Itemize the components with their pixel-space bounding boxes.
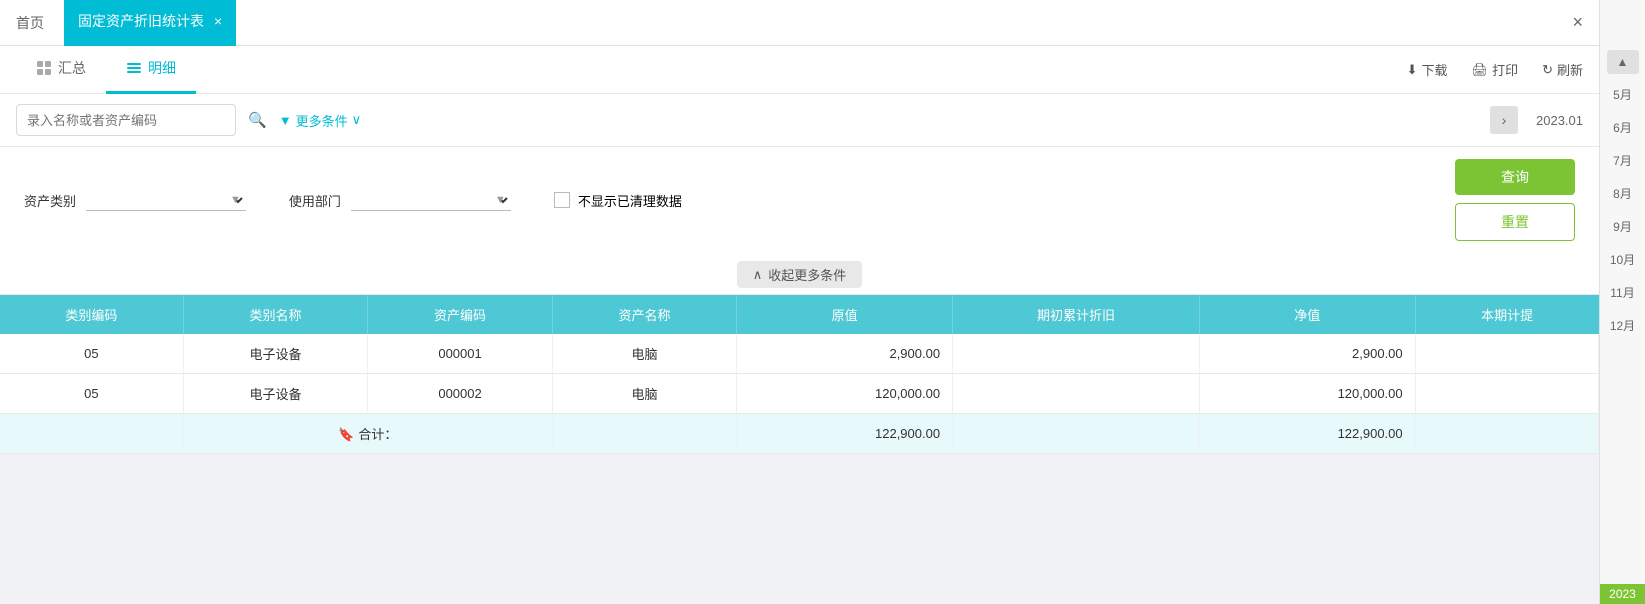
cell-category-name: 电子设备: [183, 374, 368, 414]
cell-original-value: 120,000.00: [737, 374, 953, 414]
asset-category-dropdown-icon: ▼: [230, 194, 241, 206]
close-window-button[interactable]: ×: [1572, 12, 1583, 33]
summary-icon: [36, 60, 52, 76]
asset-category-field: 资产类别 ▼: [24, 189, 241, 211]
tab-summary-label: 汇总: [58, 58, 86, 78]
cell-asset-name: 电脑: [552, 374, 737, 414]
table-total-row: 🔖合计： 122,900.00 122,900.00: [0, 414, 1599, 454]
cell-category-code: 05: [0, 334, 183, 374]
filter-area: 资产类别 ▼ 使用部门 ▼: [0, 147, 1599, 295]
detail-icon: [126, 60, 142, 76]
sub-tabs-bar: 汇总 明细 ⬇ 下载 🖨 打印 ↻: [0, 46, 1599, 94]
active-tab[interactable]: 固定资产折旧统计表 ×: [64, 0, 236, 46]
cell-current-depreciation: [1415, 374, 1598, 414]
chevron-down-icon: ∨: [352, 112, 362, 128]
col-asset-code: 资产编码: [368, 295, 553, 334]
collapse-icon: ∧: [753, 267, 763, 283]
cell-net-value: 2,900.00: [1199, 334, 1415, 374]
total-current-depreciation: [1415, 414, 1598, 454]
sidebar-month-item[interactable]: 10月: [1610, 243, 1635, 276]
col-accumulated-depreciation: 期初累计折旧: [953, 295, 1200, 334]
print-icon: 🖨: [1472, 62, 1489, 78]
col-current-depreciation: 本期计提: [1415, 295, 1598, 334]
reset-button[interactable]: 重置: [1455, 203, 1575, 241]
sidebar-year-badge[interactable]: 2023: [1600, 584, 1645, 604]
cell-category-code: 05: [0, 374, 183, 414]
col-category-name: 类别名称: [183, 295, 368, 334]
total-icon: 🔖: [338, 427, 354, 442]
sidebar-month-item[interactable]: 9月: [1610, 210, 1635, 243]
cell-accumulated-depreciation: [953, 334, 1200, 374]
asset-category-select[interactable]: [86, 189, 246, 211]
filter-row: 资产类别 ▼ 使用部门 ▼: [24, 159, 1575, 241]
asset-category-label: 资产类别: [24, 191, 76, 210]
use-department-label: 使用部门: [289, 191, 341, 210]
total-net-value: 122,900.00: [1199, 414, 1415, 454]
cell-asset-code: 000002: [368, 374, 553, 414]
nav-arrow-right[interactable]: ›: [1490, 106, 1518, 134]
table-row: 05 电子设备 000001 电脑 2,900.00 2,900.00: [0, 334, 1599, 374]
sidebar-scroll-up-button[interactable]: ▲: [1607, 50, 1639, 74]
use-department-dropdown-icon: ▼: [495, 194, 506, 206]
sidebar-month-item[interactable]: 12月: [1610, 309, 1635, 342]
col-net-value: 净值: [1199, 295, 1415, 334]
search-input[interactable]: [16, 104, 236, 136]
data-table: 类别编码 类别名称 资产编码 资产名称 原值 期初累计折旧 净值 本期计提 05…: [0, 295, 1599, 454]
filter-action-buttons: 查询 重置: [1455, 159, 1575, 241]
right-sidebar: ▲ 5月6月7月8月9月10月11月12月 2023: [1599, 0, 1645, 604]
no-cleared-field: 不显示已清理数据: [554, 191, 682, 210]
refresh-button[interactable]: ↻ 刷新: [1542, 60, 1583, 79]
cell-current-depreciation: [1415, 334, 1598, 374]
download-icon: ⬇: [1407, 62, 1418, 78]
sidebar-month-item[interactable]: 8月: [1610, 177, 1635, 210]
date-label: 2023.01: [1536, 113, 1583, 128]
tab-summary[interactable]: 汇总: [16, 46, 106, 94]
col-category-code: 类别编码: [0, 295, 183, 334]
print-button[interactable]: 🖨 打印: [1472, 60, 1519, 79]
search-icon[interactable]: 🔍: [248, 111, 267, 129]
cell-asset-code: 000001: [368, 334, 553, 374]
filter-icon: ▼: [279, 113, 292, 128]
query-button[interactable]: 查询: [1455, 159, 1575, 195]
data-table-container: 类别编码 类别名称 资产编码 资产名称 原值 期初累计折旧 净值 本期计提 05…: [0, 295, 1599, 454]
toolbar-actions: ⬇ 下载 🖨 打印 ↻ 刷新: [1407, 60, 1583, 79]
more-filters-button[interactable]: ▼ 更多条件 ∨: [279, 111, 361, 130]
no-cleared-checkbox[interactable]: [554, 192, 570, 208]
tab-label: 固定资产折旧统计表: [78, 11, 204, 31]
sidebar-months-list: 5月6月7月8月9月10月11月12月: [1610, 78, 1635, 342]
no-cleared-label: 不显示已清理数据: [578, 191, 682, 210]
use-department-field: 使用部门 ▼: [289, 189, 506, 211]
tab-detail[interactable]: 明细: [106, 46, 196, 94]
close-tab-button[interactable]: ×: [214, 13, 222, 29]
refresh-icon: ↻: [1542, 62, 1553, 78]
download-button[interactable]: ⬇ 下载: [1407, 60, 1448, 79]
total-accumulated-depreciation: [953, 414, 1200, 454]
total-original-value: 122,900.00: [737, 414, 953, 454]
search-bar: 🔍 ▼ 更多条件 ∨ › 2023.01: [0, 94, 1599, 147]
tab-detail-label: 明细: [148, 58, 176, 78]
cell-net-value: 120,000.00: [1199, 374, 1415, 414]
total-label: 🔖合计：: [183, 414, 552, 454]
use-department-select[interactable]: [351, 189, 511, 211]
cell-original-value: 2,900.00: [737, 334, 953, 374]
home-nav-item[interactable]: 首页: [16, 13, 44, 33]
table-header-row: 类别编码 类别名称 资产编码 资产名称 原值 期初累计折旧 净值 本期计提: [0, 295, 1599, 334]
sidebar-month-item[interactable]: 7月: [1610, 144, 1635, 177]
cell-asset-name: 电脑: [552, 334, 737, 374]
col-original-value: 原值: [737, 295, 953, 334]
cell-category-name: 电子设备: [183, 334, 368, 374]
col-asset-name: 资产名称: [552, 295, 737, 334]
sidebar-month-item[interactable]: 5月: [1610, 78, 1635, 111]
top-nav-bar: 首页 固定资产折旧统计表 × ×: [0, 0, 1599, 46]
sidebar-month-item[interactable]: 6月: [1610, 111, 1635, 144]
table-row: 05 电子设备 000002 电脑 120,000.00 120,000.00: [0, 374, 1599, 414]
cell-accumulated-depreciation: [953, 374, 1200, 414]
collapse-filters-button[interactable]: ∧ 收起更多条件: [24, 253, 1575, 294]
sidebar-month-item[interactable]: 11月: [1610, 276, 1635, 309]
